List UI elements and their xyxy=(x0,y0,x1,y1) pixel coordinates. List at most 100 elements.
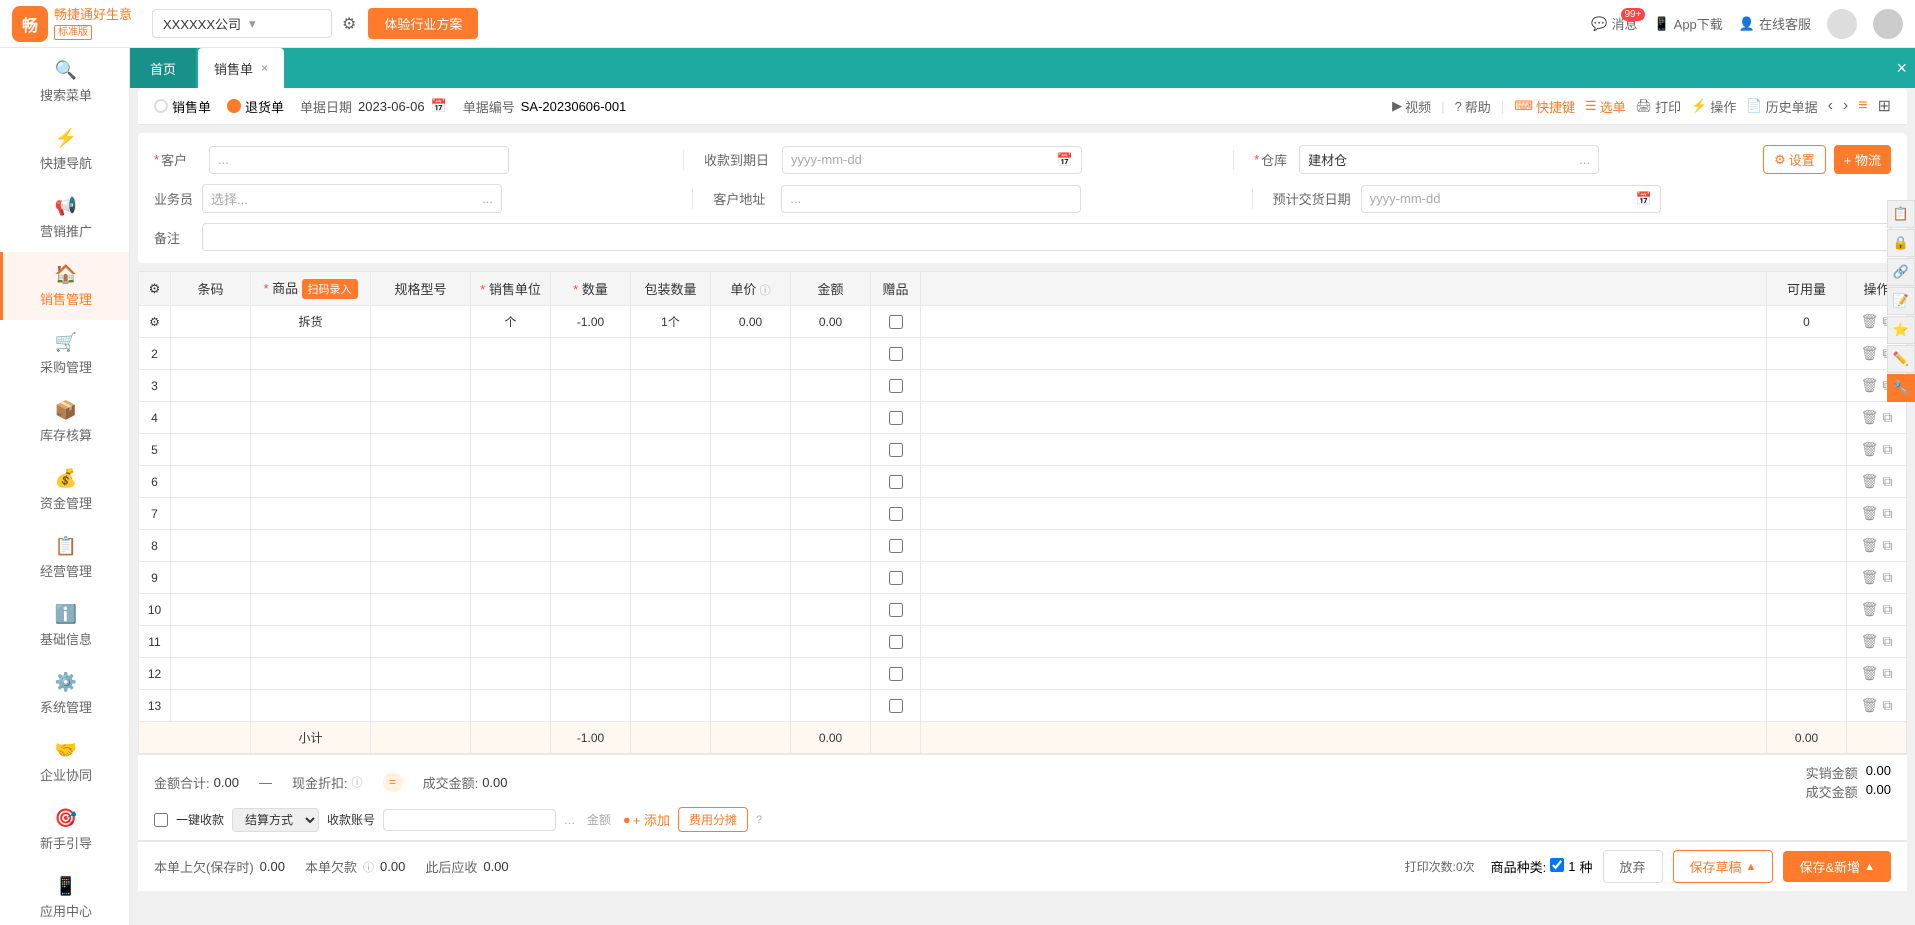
row-product-2[interactable] xyxy=(251,338,371,370)
expected-date-input[interactable]: yyyy-mm-dd 📅 xyxy=(1361,185,1661,213)
add-payment-button[interactable]: ● + 添加 xyxy=(623,810,670,829)
col-amount-header: 金额 xyxy=(791,272,871,306)
customer-addr-input[interactable]: ... xyxy=(781,185,1081,213)
row-settings-1[interactable]: ⚙ xyxy=(139,306,171,338)
order-table: ⚙ 条码 * 商品 扫码录入 规格型号 xyxy=(138,271,1907,754)
right-tool-6[interactable]: ✏️ xyxy=(1887,345,1915,373)
tab-home[interactable]: 首页 xyxy=(130,48,196,88)
save-draft-button[interactable]: 保存草稿 ▲ xyxy=(1673,850,1774,883)
expense-info-icon[interactable]: ? xyxy=(756,814,762,826)
layout-grid-icon[interactable]: ⊞ xyxy=(1878,96,1891,116)
gift-checkbox-3[interactable] xyxy=(889,379,903,393)
col-settings-header[interactable]: ⚙ xyxy=(139,272,171,306)
sidebar-item-search[interactable]: 🔍 搜索菜单 xyxy=(0,48,129,116)
expected-calendar-icon[interactable]: 📅 xyxy=(1635,191,1651,207)
account-dots[interactable]: ... xyxy=(564,812,575,827)
sidebar-item-system[interactable]: ⚙️ 系统管理 xyxy=(0,660,129,728)
salesman-input[interactable]: 选择... ... xyxy=(202,184,502,213)
right-tool-1[interactable]: 📋 xyxy=(1887,200,1915,228)
nav-prev-button[interactable]: ‹ xyxy=(1828,97,1833,115)
row-spec-1[interactable] xyxy=(371,306,471,338)
row-pkg-1[interactable]: 1个 xyxy=(631,306,711,338)
history-order-button[interactable]: 📄 历史单据 xyxy=(1746,97,1817,116)
shortcut-button[interactable]: ⌨ 快捷键 xyxy=(1514,97,1575,116)
row-product-1[interactable]: 拆货 xyxy=(251,306,371,338)
sidebar-item-tutorial[interactable]: 🎯 新手引导 xyxy=(0,796,129,864)
delete-icon-3[interactable]: 🗑 xyxy=(1861,377,1879,394)
receive-date-input[interactable]: yyyy-mm-dd 📅 xyxy=(782,146,1082,174)
sidebar-item-purchase[interactable]: 🛒 采购管理 xyxy=(0,320,129,388)
sidebar-item-quicknav[interactable]: ⚡ 快捷导航 xyxy=(0,116,129,184)
video-button[interactable]: ▶ 视频 xyxy=(1392,97,1431,116)
save-new-button[interactable]: 保存&新增 ▲ xyxy=(1783,851,1891,882)
row-amount-1[interactable]: 0.00 xyxy=(791,306,871,338)
gift-checkbox-1[interactable] xyxy=(889,315,903,329)
discount-info-icon[interactable]: ⓘ xyxy=(352,774,363,790)
sidebar-item-finance[interactable]: 💰 资金管理 xyxy=(0,456,129,524)
date-value: 2023-06-06 xyxy=(358,99,425,114)
sidebar-item-collaboration[interactable]: 🤝 企业协同 xyxy=(0,728,129,796)
sidebar-item-inventory[interactable]: 📦 库存核算 xyxy=(0,388,129,456)
nav-next-button[interactable]: › xyxy=(1843,97,1848,115)
layout-list-icon[interactable]: ≡ xyxy=(1858,97,1867,115)
payment-account-input[interactable] xyxy=(383,809,556,831)
row-barcode-2[interactable] xyxy=(171,338,251,370)
right-tool-7[interactable]: 🔧 xyxy=(1887,374,1915,402)
receive-calendar-icon[interactable]: 📅 xyxy=(1057,152,1073,168)
sidebar-item-management[interactable]: 📋 经营管理 xyxy=(0,524,129,592)
settings-button[interactable]: ⚙ 设置 xyxy=(1763,145,1826,174)
app-download-button[interactable]: 📱 App下载 xyxy=(1653,14,1722,33)
expense-split-button[interactable]: 费用分摊 xyxy=(678,807,748,832)
scan-button[interactable]: 扫码录入 xyxy=(302,279,358,299)
right-tool-3[interactable]: 🔗 xyxy=(1887,258,1915,286)
sidebar-item-sales[interactable]: 🏠 销售管理 xyxy=(0,252,129,320)
tab-sales-order[interactable]: 销售单 × xyxy=(198,48,284,88)
trial-button[interactable]: 体验行业方案 xyxy=(368,8,478,39)
logo-area: 畅 畅捷通好生意 标准版 xyxy=(12,6,142,42)
print-button[interactable]: 🖨 打印 xyxy=(1636,97,1682,116)
settings-gear-icon[interactable]: ⚙ xyxy=(342,14,356,34)
equal-button[interactable]: = xyxy=(383,772,403,792)
form-row-remark: 备注 xyxy=(154,223,1891,251)
row-price-1[interactable]: 0.00 xyxy=(711,306,791,338)
table-row: 6🗑⧉ xyxy=(139,466,1907,498)
right-tool-5[interactable]: ⭐ xyxy=(1887,316,1915,344)
online-service-button[interactable]: 👤 在线客服 xyxy=(1739,14,1811,33)
one-click-checkbox[interactable] xyxy=(154,813,168,827)
radio-sales-order[interactable]: 销售单 xyxy=(154,97,211,116)
customer-input[interactable]: ... xyxy=(209,146,509,174)
delete-icon-2[interactable]: 🗑 xyxy=(1861,345,1879,362)
table-row: 11🗑⧉ xyxy=(139,626,1907,658)
warehouse-input[interactable]: 建材仓 ... xyxy=(1299,145,1599,174)
payment-method-select[interactable]: 结算方式 xyxy=(232,808,319,832)
company-selector[interactable]: XXXXXX公司 ▾ xyxy=(152,9,332,38)
operation-button[interactable]: ⚡ 操作 xyxy=(1691,97,1736,116)
gift-checkbox-2[interactable] xyxy=(889,347,903,361)
row-gift-1[interactable] xyxy=(871,306,921,338)
total-owed-info-icon[interactable]: ⓘ xyxy=(363,859,374,875)
table-settings-icon[interactable]: ⚙ xyxy=(149,281,161,296)
calendar-icon[interactable]: 📅 xyxy=(431,98,447,114)
delete-icon-1[interactable]: 🗑 xyxy=(1861,313,1879,330)
logistics-button[interactable]: + 物流 xyxy=(1834,145,1891,174)
help-button[interactable]: ? 帮助 xyxy=(1455,97,1491,116)
sidebar-item-appstore[interactable]: 📱 应用中心 xyxy=(0,864,129,925)
row-barcode-1[interactable] xyxy=(171,306,251,338)
row-qty-1[interactable]: -1.00 xyxy=(551,306,631,338)
window-close-button[interactable]: × xyxy=(1896,58,1907,79)
tab-close-icon[interactable]: × xyxy=(261,61,268,75)
print-icon: 🖨 xyxy=(1636,98,1653,114)
right-tool-2[interactable]: 🔒 xyxy=(1887,229,1915,257)
row-unit-1[interactable]: 个 xyxy=(471,306,551,338)
right-tool-4[interactable]: 📝 xyxy=(1887,287,1915,315)
select-order-button[interactable]: ☰ 选单 xyxy=(1585,97,1626,116)
radio-return-order[interactable]: 退货单 xyxy=(227,97,284,116)
remark-input[interactable] xyxy=(202,223,1891,251)
avatar[interactable] xyxy=(1827,9,1857,39)
sidebar: 🔍 搜索菜单 ⚡ 快捷导航 📢 营销推广 🏠 销售管理 🛒 采购管理 📦 库存核… xyxy=(0,48,130,925)
sidebar-item-marketing[interactable]: 📢 营销推广 xyxy=(0,184,129,252)
sidebar-item-basic-info[interactable]: ℹ️ 基础信息 xyxy=(0,592,129,660)
price-info-icon[interactable]: ⓘ xyxy=(760,285,771,297)
abandon-button[interactable]: 放弃 xyxy=(1603,850,1663,883)
message-button[interactable]: 💬 消息 99+ xyxy=(1591,14,1637,33)
